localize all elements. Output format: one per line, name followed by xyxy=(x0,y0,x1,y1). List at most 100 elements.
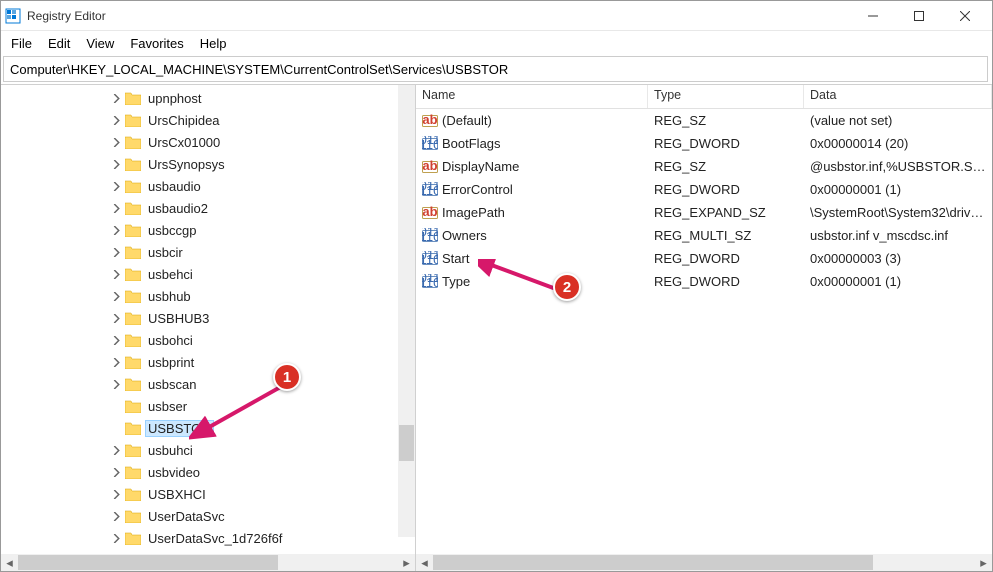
tree-item-userdatasvc[interactable]: UserDataSvc xyxy=(109,505,415,527)
tree-expander-icon[interactable] xyxy=(109,509,123,523)
tree-item-userdatasvc_1d726f6f[interactable]: UserDataSvc_1d726f6f xyxy=(109,527,415,549)
folder-icon xyxy=(125,268,141,281)
tree-scroll[interactable]: upnphost UrsChipidea UrsCx01000UrsSynopsys… xyxy=(1,85,415,554)
tree-horizontal-scrollbar[interactable]: ◂ ▸ xyxy=(1,554,415,571)
registry-value-row[interactable]: 011110TypeREG_DWORD0x00000001 (1) xyxy=(416,270,992,293)
value-type: REG_MULTI_SZ xyxy=(648,228,804,243)
tree-expander-icon[interactable] xyxy=(109,267,123,281)
tree-expander-icon[interactable] xyxy=(109,201,123,215)
svg-text:ab: ab xyxy=(422,159,437,173)
registry-value-row[interactable]: 011110OwnersREG_MULTI_SZusbstor.inf v_ms… xyxy=(416,224,992,247)
tree-item-usbhub3[interactable]: USBHUB3 xyxy=(109,307,415,329)
tree-item-usbohci[interactable]: usbohci xyxy=(109,329,415,351)
svg-text:ab: ab xyxy=(422,205,437,219)
tree-item-urssynopsys[interactable]: UrsSynopsys xyxy=(109,153,415,175)
tree-expander-icon[interactable] xyxy=(109,377,123,391)
tree-item-usbuhci[interactable]: usbuhci xyxy=(109,439,415,461)
tree-item-urschipidea[interactable]: UrsChipidea xyxy=(109,109,415,131)
tree-item-usbehci[interactable]: usbehci xyxy=(109,263,415,285)
svg-text:110: 110 xyxy=(422,275,438,290)
tree-item-usbvideo[interactable]: usbvideo xyxy=(109,461,415,483)
registry-value-row[interactable]: 011110ErrorControlREG_DWORD0x00000001 (1… xyxy=(416,178,992,201)
window-controls xyxy=(850,1,988,31)
tree-expander-icon[interactable] xyxy=(109,465,123,479)
registry-value-row[interactable]: 011110BootFlagsREG_DWORD0x00000014 (20) xyxy=(416,132,992,155)
app-icon xyxy=(5,8,21,24)
tree-expander-icon[interactable] xyxy=(109,311,123,325)
tree-expander-icon[interactable] xyxy=(109,333,123,347)
column-data[interactable]: Data xyxy=(804,85,992,108)
value-name: Type xyxy=(442,274,470,289)
value-data: \SystemRoot\System32\drivers\USBSTOR.SYS xyxy=(804,205,992,220)
tree-expander-icon[interactable] xyxy=(109,531,123,545)
tree-expander-icon[interactable] xyxy=(109,245,123,259)
scroll-right-icon[interactable]: ▸ xyxy=(398,554,415,571)
tree-expander-icon[interactable] xyxy=(109,443,123,457)
registry-value-row[interactable]: abDisplayNameREG_SZ@usbstor.inf,%USBSTOR… xyxy=(416,155,992,178)
tree-item-label: usbvideo xyxy=(145,464,203,481)
menu-help[interactable]: Help xyxy=(192,34,235,53)
tree-item-usbser[interactable]: usbser xyxy=(109,395,415,417)
tree-item-usbcir[interactable]: usbcir xyxy=(109,241,415,263)
tree-item-usbaudio[interactable]: usbaudio xyxy=(109,175,415,197)
registry-value-row[interactable]: 011110StartREG_DWORD0x00000003 (3) xyxy=(416,247,992,270)
value-name: (Default) xyxy=(442,113,492,128)
tree-item-urscx01000[interactable]: UrsCx01000 xyxy=(109,131,415,153)
registry-value-row[interactable]: ab(Default)REG_SZ(value not set) xyxy=(416,109,992,132)
column-name[interactable]: Name xyxy=(416,85,648,108)
tree-expander-icon[interactable] xyxy=(109,113,123,127)
menu-file[interactable]: File xyxy=(3,34,40,53)
tree-expander-icon[interactable] xyxy=(109,179,123,193)
tree-item-usbscan[interactable]: usbscan xyxy=(109,373,415,395)
window-title: Registry Editor xyxy=(27,9,850,23)
tree-expander-icon[interactable] xyxy=(109,91,123,105)
menu-view[interactable]: View xyxy=(78,34,122,53)
address-bar[interactable]: Computer\HKEY_LOCAL_MACHINE\SYSTEM\Curre… xyxy=(3,56,988,82)
scroll-left-icon[interactable]: ◂ xyxy=(416,554,433,571)
folder-icon xyxy=(125,246,141,259)
tree-item-upnphost[interactable]: upnphost xyxy=(109,87,415,109)
tree-item-usbstor[interactable]: USBSTOR xyxy=(109,417,415,439)
scroll-left-icon[interactable]: ◂ xyxy=(1,554,18,571)
binary-value-icon: 011110 xyxy=(422,251,438,267)
svg-text:110: 110 xyxy=(422,137,438,152)
tree-item-usbprint[interactable]: usbprint xyxy=(109,351,415,373)
folder-icon xyxy=(125,510,141,523)
folder-icon xyxy=(125,92,141,105)
minimize-button[interactable] xyxy=(850,1,896,31)
list-horizontal-scrollbar[interactable]: ◂ ▸ xyxy=(416,554,992,571)
tree-item-usbaudio2[interactable]: usbaudio2 xyxy=(109,197,415,219)
folder-icon xyxy=(125,114,141,127)
column-type[interactable]: Type xyxy=(648,85,804,108)
tree-expander-icon[interactable] xyxy=(109,355,123,369)
tree-item-usbhub[interactable]: usbhub xyxy=(109,285,415,307)
svg-text:ab: ab xyxy=(422,113,437,127)
tree-item-label: UrsChipidea xyxy=(145,112,223,129)
tree-expander-icon xyxy=(109,399,123,413)
tree-expander-icon[interactable] xyxy=(109,289,123,303)
menu-favorites[interactable]: Favorites xyxy=(122,34,191,53)
scroll-right-icon[interactable]: ▸ xyxy=(975,554,992,571)
tree-expander-icon[interactable] xyxy=(109,135,123,149)
registry-value-row[interactable]: abImagePathREG_EXPAND_SZ\SystemRoot\Syst… xyxy=(416,201,992,224)
tree-item-usbccgp[interactable]: usbccgp xyxy=(109,219,415,241)
tree-expander-icon[interactable] xyxy=(109,223,123,237)
tree-item-label: usbhub xyxy=(145,288,194,305)
tree-expander-icon[interactable] xyxy=(109,487,123,501)
folder-icon xyxy=(125,334,141,347)
value-type: REG_SZ xyxy=(648,113,804,128)
tree-expander-icon[interactable] xyxy=(109,157,123,171)
tree-item-label: upnphost xyxy=(145,90,205,107)
menu-edit[interactable]: Edit xyxy=(40,34,78,53)
tree-item-label: USBHUB3 xyxy=(145,310,212,327)
tree-item-usbxhci[interactable]: USBXHCI xyxy=(109,483,415,505)
address-path: Computer\HKEY_LOCAL_MACHINE\SYSTEM\Curre… xyxy=(10,62,508,77)
close-button[interactable] xyxy=(942,1,988,31)
value-type: REG_EXPAND_SZ xyxy=(648,205,804,220)
folder-icon xyxy=(125,378,141,391)
maximize-button[interactable] xyxy=(896,1,942,31)
tree-item-label: usbaudio xyxy=(145,178,204,195)
list-body[interactable]: ab(Default)REG_SZ(value not set)011110Bo… xyxy=(416,109,992,554)
value-data: 0x00000001 (1) xyxy=(804,274,992,289)
tree-vertical-scrollbar[interactable] xyxy=(398,85,415,537)
